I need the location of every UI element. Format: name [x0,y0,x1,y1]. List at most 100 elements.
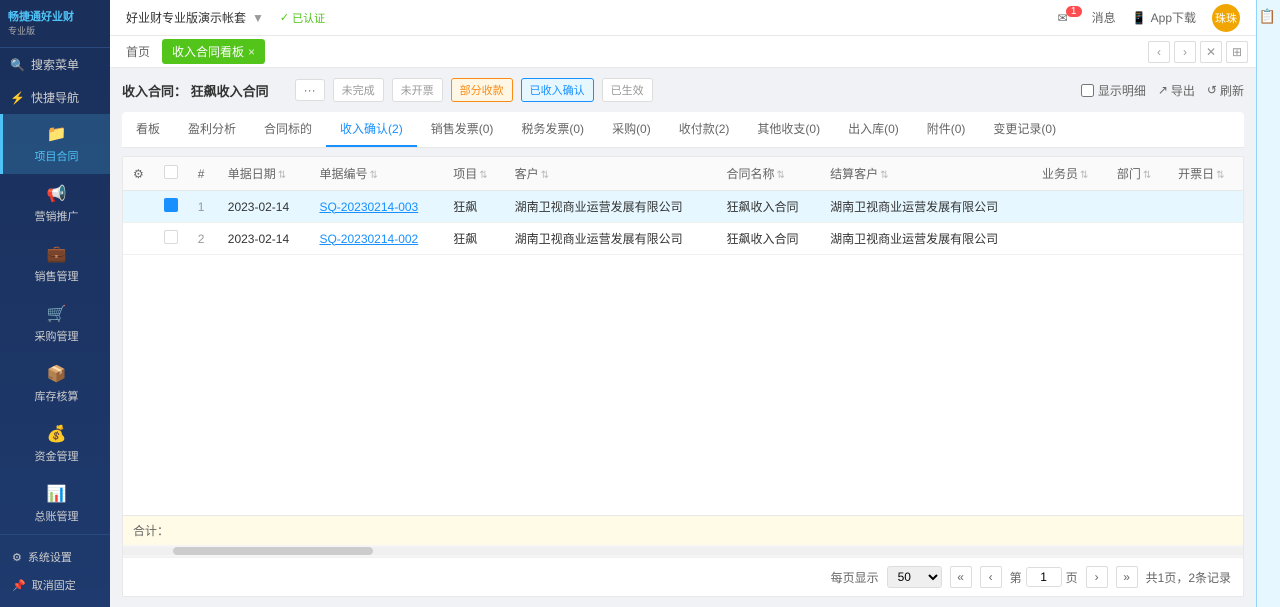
app-download-button[interactable]: 📱 App下载 [1132,9,1196,26]
tab-home[interactable]: 首页 [118,43,158,60]
sidebar-item-label: 采购管理 [35,328,79,344]
search-icon: 🔍 [10,58,25,72]
sidebar-bottom-unpin[interactable]: 📌 取消固定 [8,571,102,599]
status-confirmed-btn[interactable]: 已收入确认 [521,78,594,102]
sidebar-bottom-settings[interactable]: ⚙ 系统设置 [8,543,102,571]
inventory-icon: 📦 [47,364,67,384]
refresh-label: 刷新 [1220,82,1244,99]
page-header-right: 显示明细 ↗ 导出 ↺ 刷新 [1081,82,1244,99]
sidebar-quick-nav[interactable]: ⚡ 快捷导航 [0,81,110,114]
pagination-next[interactable]: › [1086,566,1108,588]
sidebar-item-label: 销售管理 [35,268,79,284]
col-settle-customer[interactable]: 结算客户⇅ [820,157,1032,191]
tab-overview[interactable]: 看板 [122,112,174,147]
row-bill-date [1168,223,1243,255]
row-num: 1 [188,191,218,223]
right-panel[interactable]: 📋 [1256,0,1280,607]
col-num: # [188,157,218,191]
sidebar-item-sales[interactable]: 💼 销售管理 [0,234,110,294]
right-panel-icon[interactable]: 📋 [1261,8,1277,25]
message-button[interactable]: ✉ 1 消息 [1058,9,1116,26]
page-number-input[interactable] [1026,567,1062,587]
col-salesperson[interactable]: 业务员⇅ [1032,157,1107,191]
refresh-button[interactable]: ↺ 刷新 [1207,82,1244,99]
sidebar-item-project[interactable]: 📁 项目合同 [0,114,110,174]
row-checkbox[interactable] [154,191,188,223]
tab-changes[interactable]: 变更记录(0) [979,112,1070,147]
sidebar-search-label: 搜索菜单 [31,56,79,73]
row-date: 2023-02-14 [218,223,310,255]
tab-outbound[interactable]: 出入库(0) [834,112,913,147]
col-code[interactable]: 单据编号⇅ [309,157,443,191]
company-name: 好业财专业版演示帐套 [126,9,246,26]
user-name: 珠珠 [1215,10,1237,26]
tab-standards[interactable]: 合同标的 [250,112,326,147]
phone-icon: 📱 [1132,11,1147,25]
scrollbar-thumb[interactable] [173,547,373,555]
tab-payment[interactable]: 收付款(2) [665,112,744,147]
horizontal-scrollbar[interactable] [123,545,1243,557]
col-date[interactable]: 单据日期⇅ [218,157,310,191]
row-checkbox[interactable] [154,223,188,255]
table-row[interactable]: 2 2023-02-14 SQ-20230214-002 狂飙 湖南卫视商业运营… [123,223,1243,255]
show-detail-toggle[interactable]: 显示明细 [1081,82,1146,99]
sidebar-item-marketing[interactable]: 📢 营销推广 [0,174,110,234]
status-uninvoiced-btn[interactable]: 未开票 [392,78,443,102]
per-page-label: 每页显示 [831,569,879,586]
app-label: App下载 [1151,9,1196,26]
row-code[interactable]: SQ-20230214-002 [309,223,443,255]
header-checkbox[interactable] [164,165,178,179]
unpin-icon: 📌 [12,579,26,592]
header-certified: ✓ 已认证 [280,10,325,26]
tab-profit[interactable]: 盈利分析 [174,112,250,147]
status-incomplete-btn[interactable]: 未完成 [333,78,384,102]
more-button[interactable]: ··· [295,79,325,101]
marketing-icon: 📢 [47,184,67,204]
user-avatar[interactable]: 珠珠 [1212,4,1240,32]
col-bill-date[interactable]: 开票日⇅ [1168,157,1243,191]
per-page-select[interactable]: 50 100 200 [887,566,942,588]
settings-gear-icon[interactable]: ⚙ [133,167,144,181]
sidebar-quick-nav-label: 快捷导航 [31,89,79,106]
tab-tax-invoice[interactable]: 税务发票(0) [507,112,598,147]
export-button[interactable]: ↗ 导出 [1158,82,1195,99]
status-partial-btn[interactable]: 部分收款 [451,78,513,102]
sidebar-search[interactable]: 🔍 搜索菜单 [0,48,110,81]
sidebar-item-capital[interactable]: 💰 资金管理 [0,414,110,474]
col-project[interactable]: 项目⇅ [443,157,504,191]
data-table: ⚙ # 单据日期⇅ 单据编号⇅ 项目⇅ 客户⇅ 合同名称⇅ 结算客户⇅ 业务员⇅… [122,156,1244,597]
sidebar-bottom: ⚙ 系统设置 📌 取消固定 [0,534,110,607]
col-contract[interactable]: 合同名称⇅ [716,157,820,191]
pagination-first[interactable]: « [950,566,972,588]
sidebar-item-purchase[interactable]: 🛒 采购管理 [0,294,110,354]
tab-income-contract[interactable]: 收入合同看板 × [162,39,265,64]
tab-other-income[interactable]: 其他收支(0) [743,112,834,147]
table-footer: 合计： [123,515,1243,545]
tab-attachments[interactable]: 附件(0) [913,112,980,147]
sidebar-item-label: 总账管理 [35,508,79,524]
col-department[interactable]: 部门⇅ [1107,157,1168,191]
sidebar-item-inventory[interactable]: 📦 库存核算 [0,354,110,414]
purchase-icon: 🛒 [47,304,67,324]
tabbar-nav-right[interactable]: › [1174,41,1196,63]
col-customer[interactable]: 客户⇅ [505,157,717,191]
header: 好业财专业版演示帐套 ▼ ✓ 已认证 ✉ 1 消息 📱 App下载 珠珠 [110,0,1256,36]
row-code[interactable]: SQ-20230214-003 [309,191,443,223]
total-info: 共1页，2条记录 [1146,569,1231,586]
sidebar-item-general[interactable]: 📊 总账管理 [0,474,110,534]
table-row[interactable]: 1 2023-02-14 SQ-20230214-003 狂飙 湖南卫视商业运营… [123,191,1243,223]
status-effective-btn[interactable]: 已生效 [602,78,653,102]
tabbar-nav-close[interactable]: ✕ [1200,41,1222,63]
tab-purchase[interactable]: 采购(0) [598,112,665,147]
pagination-last[interactable]: » [1116,566,1138,588]
row-department [1107,223,1168,255]
tabbar-nav-left[interactable]: ‹ [1148,41,1170,63]
row-settings [123,191,154,223]
tab-sales-invoice[interactable]: 销售发票(0) [417,112,508,147]
refresh-icon: ↺ [1207,83,1217,97]
tab-income-confirm[interactable]: 收入确认(2) [326,112,417,147]
pagination-prev[interactable]: ‹ [980,566,1002,588]
tabbar-nav-menu[interactable]: ⊞ [1226,41,1248,63]
tab-close-icon[interactable]: × [248,45,255,59]
show-detail-checkbox[interactable] [1081,84,1094,97]
